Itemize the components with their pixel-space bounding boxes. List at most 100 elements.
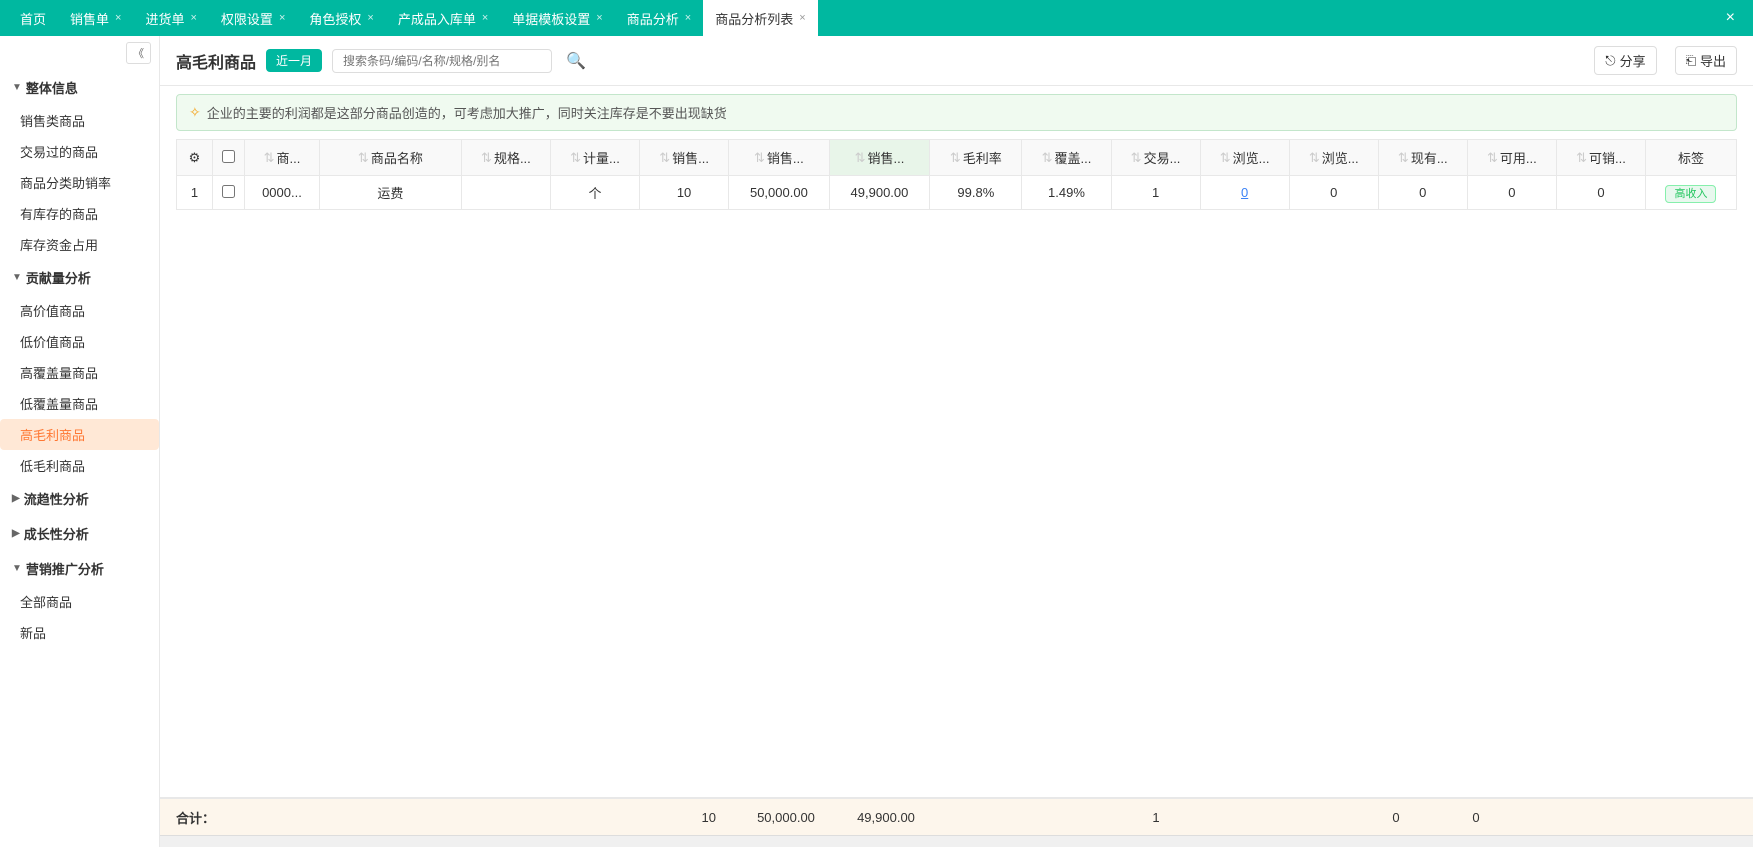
share-icon: ⎋ xyxy=(1605,53,1615,69)
sort-icon-sales3: ⇅ xyxy=(855,150,866,166)
close-product-analysis-tab[interactable]: × xyxy=(685,12,691,24)
page-title: 高毛利商品 xyxy=(176,49,256,73)
share-button[interactable]: ⎋ 分享 xyxy=(1594,46,1656,75)
arrow-down-icon-3: ▼ xyxy=(12,563,22,574)
footer-sales1: 10 xyxy=(256,810,736,825)
col-sales2[interactable]: ⇅销售... xyxy=(729,140,830,176)
sidebar-item-low-coverage[interactable]: 低覆盖量商品 xyxy=(0,388,159,419)
close-permissions-tab[interactable]: × xyxy=(279,12,285,24)
arrow-right-icon-2: ▶ xyxy=(12,528,20,539)
close-product-analysis-list-tab[interactable]: × xyxy=(799,12,805,24)
sidebar: 《 ▼ 整体信息 销售类商品 交易过的商品 商品分类助销率 有库存的商品 库存资… xyxy=(0,36,160,847)
sidebar-item-stocked-goods[interactable]: 有库存的商品 xyxy=(0,198,159,229)
col-spec[interactable]: ⇅规格... xyxy=(461,140,550,176)
col-transaction[interactable]: ⇅交易... xyxy=(1111,140,1200,176)
cell-saleable: 0 xyxy=(1556,176,1645,210)
sidebar-collapse-button[interactable]: 《 xyxy=(126,42,151,64)
export-button[interactable]: ⎗ 导出 xyxy=(1675,46,1737,75)
cell-browse1[interactable]: 0 xyxy=(1200,176,1289,210)
nav-template-settings[interactable]: 单据模板设置 × xyxy=(500,0,614,36)
nav-roles[interactable]: 角色授权 × xyxy=(297,0,385,36)
sort-icon-browse1: ⇅ xyxy=(1220,150,1231,166)
sort-icon-unit: ⇅ xyxy=(570,150,581,166)
col-tag: 标签 xyxy=(1645,140,1736,176)
sort-icon-saleable: ⇅ xyxy=(1576,150,1587,166)
sidebar-item-sales-goods[interactable]: 销售类商品 xyxy=(0,105,159,136)
sidebar-group-overall[interactable]: ▼ 整体信息 xyxy=(0,70,159,105)
product-table: ⚙ ⇅商... ⇅商品名称 ⇅规格... xyxy=(176,139,1737,210)
sort-icon-sales1: ⇅ xyxy=(659,150,670,166)
close-purchase-tab[interactable]: × xyxy=(190,12,196,24)
arrow-right-icon: ▶ xyxy=(12,493,20,504)
content-header: 高毛利商品 近一月 🔍 ⎋ 分享 ⎗ 导出 xyxy=(160,36,1753,86)
window-close-button[interactable]: × xyxy=(1716,9,1745,27)
sidebar-item-high-value[interactable]: 高价值商品 xyxy=(0,295,159,326)
col-name[interactable]: ⇅商品名称 xyxy=(319,140,461,176)
sidebar-group-growth[interactable]: ▶ 成长性分析 xyxy=(0,516,159,551)
bottom-scrollbar[interactable] xyxy=(160,835,1753,847)
sidebar-item-category-rate[interactable]: 商品分类助销率 xyxy=(0,167,159,198)
nav-product-analysis[interactable]: 商品分析 × xyxy=(615,0,703,36)
sort-icon-browse2: ⇅ xyxy=(1309,150,1320,166)
cell-index: 1 xyxy=(177,176,213,210)
sort-icon-spec: ⇅ xyxy=(481,150,492,166)
nav-permissions[interactable]: 权限设置 × xyxy=(209,0,297,36)
sidebar-item-high-margin[interactable]: 高毛利商品 xyxy=(0,419,159,450)
col-sales3[interactable]: ⇅销售... xyxy=(829,140,930,176)
sidebar-item-low-margin[interactable]: 低毛利商品 xyxy=(0,450,159,481)
nav-home[interactable]: 首页 xyxy=(8,0,58,36)
col-unit[interactable]: ⇅计量... xyxy=(550,140,639,176)
select-all-checkbox[interactable] xyxy=(222,150,235,163)
col-settings[interactable]: ⚙ xyxy=(177,140,213,176)
sidebar-item-all-goods[interactable]: 全部商品 xyxy=(0,586,159,617)
search-input[interactable] xyxy=(332,49,552,73)
row-checkbox[interactable] xyxy=(222,185,235,198)
cell-tag: 高收入 xyxy=(1645,176,1736,210)
sort-icon-sales2: ⇅ xyxy=(754,150,765,166)
search-button[interactable]: 🔍 xyxy=(562,51,590,71)
sidebar-item-traded-goods[interactable]: 交易过的商品 xyxy=(0,136,159,167)
col-browse1[interactable]: ⇅浏览... xyxy=(1200,140,1289,176)
cell-unit: 个 xyxy=(550,176,639,210)
cell-available: 0 xyxy=(1467,176,1556,210)
sidebar-group-trend[interactable]: ▶ 流趋性分析 xyxy=(0,481,159,516)
cell-transaction: 1 xyxy=(1111,176,1200,210)
col-margin[interactable]: ⇅毛利率 xyxy=(930,140,1022,176)
cell-sales3: 49,900.00 xyxy=(829,176,930,210)
cell-checkbox[interactable] xyxy=(213,176,245,210)
col-code[interactable]: ⇅商... xyxy=(245,140,320,176)
sidebar-item-new-goods[interactable]: 新品 xyxy=(0,617,159,648)
nav-product-inbound[interactable]: 产成品入库单 × xyxy=(386,0,500,36)
close-template-settings-tab[interactable]: × xyxy=(596,12,602,24)
nav-sales[interactable]: 销售单 × xyxy=(58,0,133,36)
col-checkbox[interactable] xyxy=(213,140,245,176)
col-coverage[interactable]: ⇅覆盖... xyxy=(1022,140,1111,176)
sidebar-item-low-value[interactable]: 低价值商品 xyxy=(0,326,159,357)
time-filter-button[interactable]: 近一月 xyxy=(266,49,322,72)
col-current[interactable]: ⇅现有... xyxy=(1378,140,1467,176)
arrow-down-icon: ▼ xyxy=(12,82,22,93)
sort-icon-name: ⇅ xyxy=(358,150,369,166)
col-saleable[interactable]: ⇅可销... xyxy=(1556,140,1645,176)
footer-label: 合计： xyxy=(176,808,256,827)
table-footer: 合计： 10 50,000.00 49,900.00 1 0 0 xyxy=(160,797,1753,835)
sidebar-item-high-coverage[interactable]: 高覆盖量商品 xyxy=(0,357,159,388)
arrow-down-icon-2: ▼ xyxy=(12,272,22,283)
close-sales-tab[interactable]: × xyxy=(115,12,121,24)
cell-name: 运费 xyxy=(319,176,461,210)
close-product-inbound-tab[interactable]: × xyxy=(482,12,488,24)
sidebar-group-marketing[interactable]: ▼ 营销推广分析 xyxy=(0,551,159,586)
sort-icon: ⇅ xyxy=(264,150,275,166)
col-sales1[interactable]: ⇅销售... xyxy=(640,140,729,176)
sidebar-item-stock-capital[interactable]: 库存资金占用 xyxy=(0,229,159,260)
col-available[interactable]: ⇅可用... xyxy=(1467,140,1556,176)
nav-product-analysis-list[interactable]: 商品分析列表 × xyxy=(703,0,817,36)
nav-purchase[interactable]: 进货单 × xyxy=(133,0,208,36)
info-icon: ✧ xyxy=(189,104,201,121)
col-browse2[interactable]: ⇅浏览... xyxy=(1289,140,1378,176)
cell-current: 0 xyxy=(1378,176,1467,210)
sidebar-group-contribution[interactable]: ▼ 贡献量分析 xyxy=(0,260,159,295)
cell-browse2: 0 xyxy=(1289,176,1378,210)
close-roles-tab[interactable]: × xyxy=(367,12,373,24)
footer-values: 10 50,000.00 49,900.00 1 0 0 xyxy=(256,810,1737,825)
